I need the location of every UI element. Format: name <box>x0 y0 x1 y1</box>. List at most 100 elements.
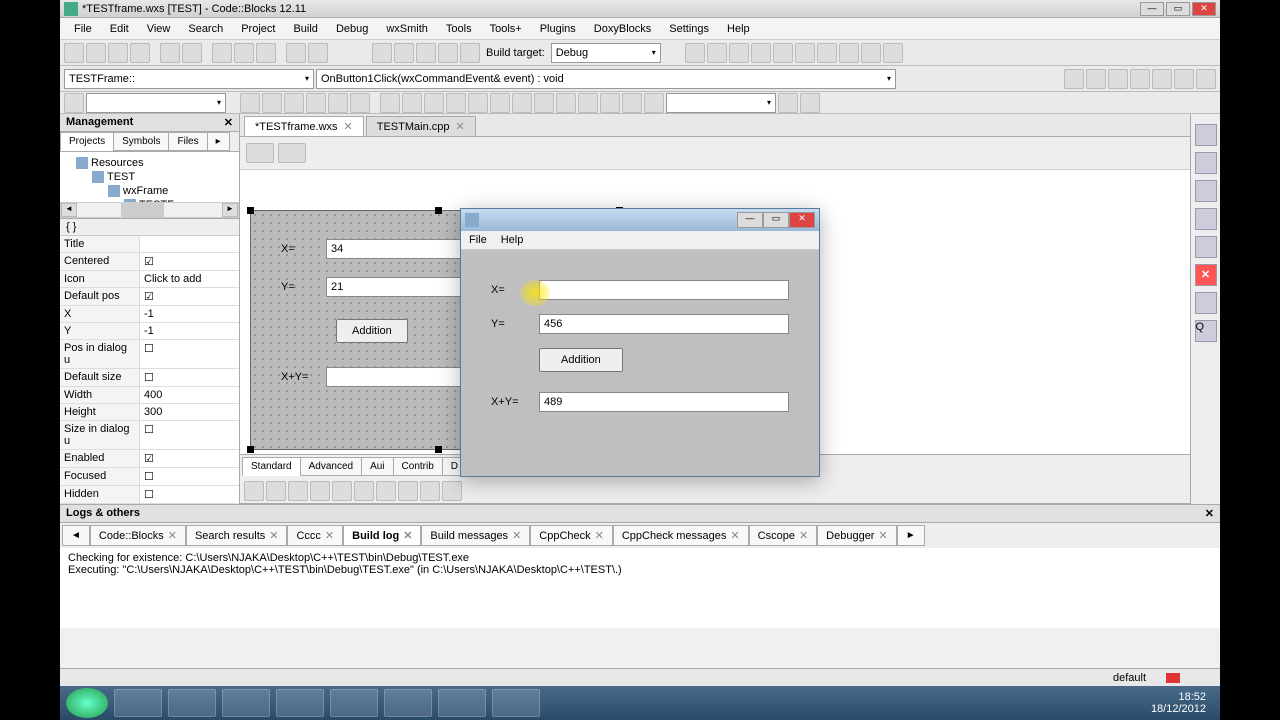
menu-plugins[interactable]: Plugins <box>532 21 584 37</box>
menu-doxyblocks[interactable]: DoxyBlocks <box>586 21 659 37</box>
comment-line-icon[interactable] <box>1130 69 1150 89</box>
layout2-icon[interactable] <box>446 93 466 113</box>
insert-into-icon[interactable] <box>1195 124 1217 146</box>
build-icon[interactable] <box>372 43 392 63</box>
prop-value[interactable]: 300 <box>140 404 239 420</box>
log-tab[interactable]: Cccc✕ <box>287 525 343 546</box>
debug-stop-icon[interactable] <box>839 43 859 63</box>
maximize-button[interactable]: ▭ <box>1166 2 1190 16</box>
prop-value[interactable]: -1 <box>140 323 239 339</box>
mgmt-tab-files[interactable]: Files <box>168 132 207 151</box>
taskbar-terminal-icon[interactable] <box>384 689 432 717</box>
prop-value[interactable]: ☐ <box>140 421 239 449</box>
scope-class-combo[interactable]: TESTFrame:: <box>64 69 314 89</box>
debug-continue-icon[interactable] <box>707 43 727 63</box>
strike-icon[interactable] <box>622 93 642 113</box>
taskbar-notepad-icon[interactable] <box>222 689 270 717</box>
refresh-icon[interactable] <box>644 93 664 113</box>
prop-value[interactable]: ☑ <box>140 253 239 270</box>
palette-button-icon[interactable] <box>266 481 286 501</box>
doxy-icon[interactable] <box>1064 69 1084 89</box>
menu-debug[interactable]: Debug <box>328 21 376 37</box>
highlight-icon[interactable] <box>284 93 304 113</box>
minimize-button[interactable]: — <box>1140 2 1164 16</box>
abort-icon[interactable] <box>460 43 480 63</box>
step-into-icon[interactable] <box>751 43 771 63</box>
rebuild-icon[interactable] <box>438 43 458 63</box>
tab-close-icon[interactable]: ✕ <box>344 120 353 133</box>
prop-value[interactable]: ☐ <box>140 369 239 386</box>
palette-panel-icon[interactable] <box>420 481 440 501</box>
step-out-icon[interactable] <box>773 43 793 63</box>
regex-icon[interactable] <box>350 93 370 113</box>
dialog-maximize-button[interactable]: ▭ <box>763 212 789 228</box>
zoom-in-icon[interactable] <box>600 93 620 113</box>
management-close-icon[interactable]: ✕ <box>224 116 233 129</box>
log-tab[interactable]: Debugger✕ <box>817 525 897 546</box>
palette-radiobox-icon[interactable] <box>354 481 374 501</box>
search-combo[interactable] <box>86 93 226 113</box>
menu-search[interactable]: Search <box>180 21 231 37</box>
menu-edit[interactable]: Edit <box>102 21 137 37</box>
doxy-run-icon[interactable] <box>1086 69 1106 89</box>
close-button[interactable]: ✕ <box>1192 2 1216 16</box>
quick-props-icon[interactable]: Q <box>1195 320 1217 342</box>
undo-icon[interactable] <box>160 43 180 63</box>
start-button[interactable] <box>66 688 108 718</box>
mgmt-tab-projects[interactable]: Projects <box>60 132 114 151</box>
comment-block-icon[interactable] <box>1108 69 1128 89</box>
insert-before-icon[interactable] <box>1195 152 1217 174</box>
layout6-icon[interactable] <box>534 93 554 113</box>
menu-settings[interactable]: Settings <box>661 21 717 37</box>
palette-listbox-icon[interactable] <box>376 481 396 501</box>
dialog-minimize-button[interactable]: — <box>737 212 763 228</box>
build-run-icon[interactable] <box>416 43 436 63</box>
taskbar-codeblocks-icon[interactable] <box>438 689 486 717</box>
layout5-icon[interactable] <box>512 93 532 113</box>
insert-child-icon[interactable] <box>1195 236 1217 258</box>
dialog-y-input[interactable] <box>539 314 789 334</box>
palette-tab-advanced[interactable]: Advanced <box>300 457 362 476</box>
palette-cursor-icon[interactable] <box>244 481 264 501</box>
dialog-menu-file[interactable]: File <box>469 234 487 246</box>
insert-after-icon[interactable] <box>1195 180 1217 202</box>
project-tree[interactable]: ResourcesTESTwxFrameTESTFramewxFramewxTe… <box>60 152 239 202</box>
log-tab[interactable]: Code::Blocks✕ <box>90 525 186 546</box>
search-options-icon[interactable] <box>800 93 820 113</box>
layout4-icon[interactable] <box>490 93 510 113</box>
palette-tab-aui[interactable]: Aui <box>361 457 393 476</box>
form-view-icon[interactable] <box>246 143 274 163</box>
debug-info-icon[interactable] <box>883 43 903 63</box>
menu-tools[interactable]: Tools <box>438 21 480 37</box>
taskbar-explorer-icon[interactable] <box>114 689 162 717</box>
sel-icon[interactable] <box>380 93 400 113</box>
zoom-out-icon[interactable] <box>578 93 598 113</box>
mgmt-tab-symbols[interactable]: Symbols <box>113 132 169 151</box>
debug-pause-icon[interactable] <box>817 43 837 63</box>
log-tab[interactable]: CppCheck messages✕ <box>613 525 749 546</box>
redo-icon[interactable] <box>182 43 202 63</box>
taskbar-folder-icon[interactable] <box>276 689 324 717</box>
mgmt-tab-more[interactable]: ▸ <box>207 132 230 151</box>
cut-icon[interactable] <box>212 43 232 63</box>
open-icon[interactable] <box>86 43 106 63</box>
preview-icon[interactable] <box>1195 292 1217 314</box>
layout3-icon[interactable] <box>468 93 488 113</box>
scope-function-combo[interactable]: OnButton1Click(wxCommandEvent& event) : … <box>316 69 896 89</box>
debug-run-icon[interactable] <box>685 43 705 63</box>
debug-next-icon[interactable] <box>795 43 815 63</box>
save-icon[interactable] <box>108 43 128 63</box>
log-tab-close-icon[interactable]: ✕ <box>269 529 278 542</box>
dialog-addition-button[interactable]: Addition <box>539 348 623 372</box>
menu-file[interactable]: File <box>66 21 100 37</box>
dialog-x-input[interactable] <box>539 280 789 300</box>
file-tab[interactable]: *TESTframe.wxs✕ <box>244 116 364 136</box>
find-icon[interactable] <box>286 43 306 63</box>
replace-icon[interactable] <box>308 43 328 63</box>
help-icon[interactable] <box>1174 69 1194 89</box>
dialog-title-bar[interactable]: — ▭ ✕ <box>461 209 819 231</box>
logs-close-icon[interactable]: ✕ <box>1205 507 1214 520</box>
menu-wxsmith[interactable]: wxSmith <box>378 21 436 37</box>
properties-grid[interactable]: TitleCentered☑IconClick to addDefault po… <box>60 236 239 504</box>
copy-icon[interactable] <box>234 43 254 63</box>
